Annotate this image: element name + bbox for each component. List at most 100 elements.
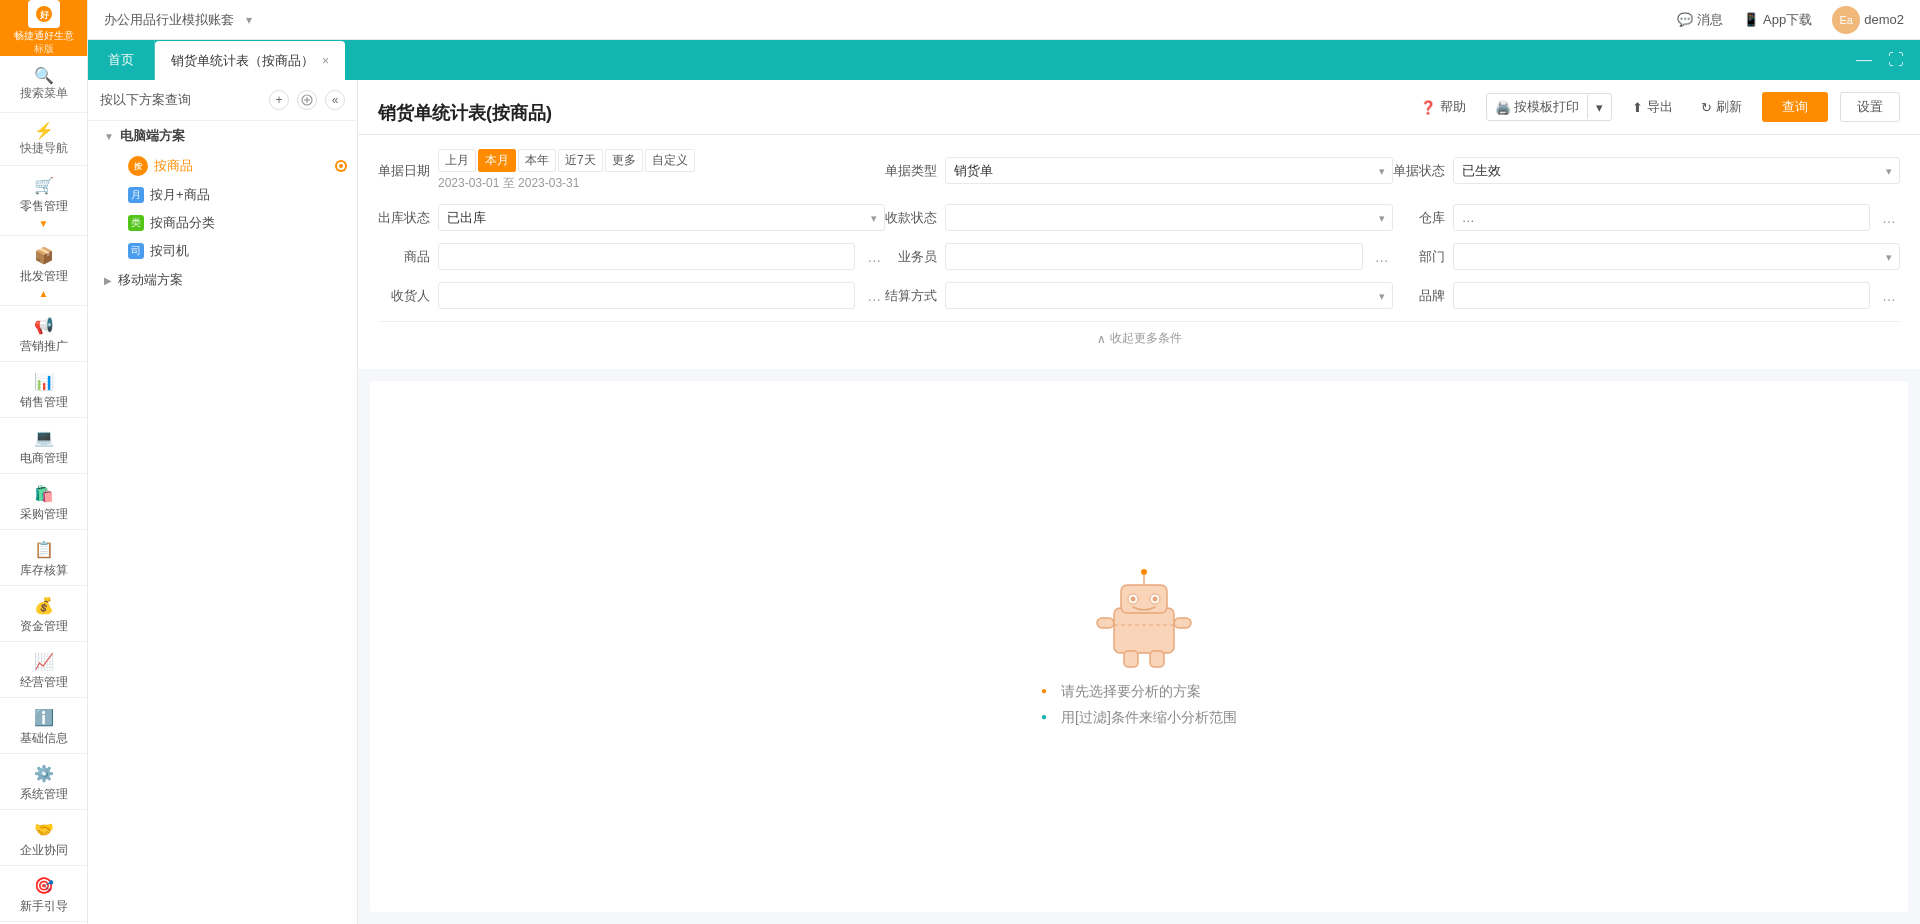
topbar-right: 💬 消息 📱 App下载 Ea demo2 xyxy=(1677,6,1904,34)
collapse-panel-btn[interactable]: « xyxy=(325,90,345,110)
warehouse-status-wrapper: 已出库 xyxy=(438,204,885,231)
tab-close-btn[interactable]: × xyxy=(322,54,329,68)
warehouse-status-select[interactable]: 已出库 xyxy=(438,204,885,231)
tree-section-desktop[interactable]: ▼ 电脑端方案 xyxy=(88,121,357,151)
date-btn-7days[interactable]: 近7天 xyxy=(558,149,603,172)
topbar: 办公用品行业模拟账套 ▾ 💬 消息 📱 App下载 Ea demo2 xyxy=(88,0,1920,40)
goods-dots[interactable]: … xyxy=(863,249,885,265)
tab-minimize-btn[interactable]: — xyxy=(1852,47,1876,73)
sidebar-item-newbie[interactable]: 🎯 新手引导 xyxy=(0,866,87,922)
tab-maximize-btn[interactable]: ⛶ xyxy=(1884,47,1908,73)
svg-rect-14 xyxy=(1174,618,1191,628)
refresh-btn[interactable]: ↻ 刷新 xyxy=(1693,94,1750,120)
ecommerce-icon: 💻 xyxy=(34,428,54,447)
sidebar-item-ecommerce[interactable]: 💻 电商管理 xyxy=(0,418,87,474)
sidebar-item-purchase[interactable]: 🛍️ 采购管理 xyxy=(0,474,87,530)
empty-tips: 请先选择要分析的方案 用[过滤]条件来缩小分析范围 xyxy=(1041,679,1237,729)
topbar-dropdown[interactable]: ▾ xyxy=(246,13,252,27)
page-actions: ❓ 帮助 🖨️ 按模板打印 ▾ ⬆ 导出 xyxy=(1412,92,1900,134)
date-filter: 上月 本月 本年 近7天 更多 自定义 2023-03-01 至 2023-03… xyxy=(438,149,885,192)
salesman-dots[interactable]: … xyxy=(1371,249,1393,265)
sidebar-item-collab[interactable]: 🤝 企业协同 xyxy=(0,810,87,866)
query-button[interactable]: 查询 xyxy=(1762,92,1828,122)
warehouse-input[interactable] xyxy=(1453,204,1870,231)
date-btn-more[interactable]: 更多 xyxy=(605,149,643,172)
content-area: 按以下方案查询 + « ▼ 电脑端方案 按 按商品 月 按月+商品 xyxy=(88,80,1920,924)
salesman-input[interactable] xyxy=(945,243,1362,270)
collab-icon: 🤝 xyxy=(34,820,54,839)
date-btn-thisyear[interactable]: 本年 xyxy=(518,149,556,172)
sidebar-item-wholesale[interactable]: 📦 批发管理 ▲ xyxy=(0,236,87,306)
message-btn[interactable]: 💬 消息 xyxy=(1677,11,1723,29)
export-btn[interactable]: ⬆ 导出 xyxy=(1624,94,1681,120)
tree-item-by-driver[interactable]: 司 按司机 xyxy=(88,237,357,265)
order-type-label: 单据类型 xyxy=(885,162,937,180)
help-btn[interactable]: ❓ 帮助 xyxy=(1412,94,1474,120)
empty-state: 请先选择要分析的方案 用[过滤]条件来缩小分析范围 xyxy=(370,381,1908,912)
sidebar-item-inventory[interactable]: 📋 库存核算 xyxy=(0,530,87,586)
settings-button[interactable]: 设置 xyxy=(1840,92,1900,122)
sidebar-item-sales[interactable]: 📊 销售管理 xyxy=(0,362,87,418)
date-btn-thismonth[interactable]: 本月 xyxy=(478,149,516,172)
topbar-title: 办公用品行业模拟账套 xyxy=(104,11,234,29)
export-icon: ⬆ xyxy=(1632,100,1643,115)
dept-select[interactable] xyxy=(1453,243,1900,270)
print-icon: 🖨️ xyxy=(1495,100,1511,115)
tree-item-by-category[interactable]: 类 按商品分类 xyxy=(88,209,357,237)
filter-cell-salesman: 业务员 … xyxy=(885,243,1392,270)
sidebar-search[interactable]: 🔍 搜索菜单 xyxy=(0,56,87,113)
payment-select[interactable] xyxy=(945,282,1392,309)
active-indicator xyxy=(337,162,345,170)
svg-text:好: 好 xyxy=(38,10,49,20)
order-type-select[interactable]: 销货单 xyxy=(945,157,1392,184)
order-type-select-wrapper: 销货单 xyxy=(945,157,1392,184)
management-icon: 📈 xyxy=(34,652,54,671)
filter-area: 单据日期 上月 本月 本年 近7天 更多 自定义 2023-03-01 至 20… xyxy=(358,135,1920,369)
collapse-bar[interactable]: ∧ 收起更多条件 xyxy=(378,321,1900,355)
payment-select-wrapper xyxy=(945,282,1392,309)
app-sub: 标版 xyxy=(34,42,54,56)
order-status-select[interactable]: 已生效 xyxy=(1453,157,1900,184)
app-download-btn[interactable]: 📱 App下载 xyxy=(1743,11,1812,29)
print-btn[interactable]: 🖨️ 按模板打印 xyxy=(1487,94,1587,120)
tab-active[interactable]: 销货单统计表（按商品） × xyxy=(155,41,345,81)
svg-rect-16 xyxy=(1150,651,1164,667)
warehouse-dots[interactable]: … xyxy=(1878,210,1900,226)
sidebar-item-retail[interactable]: 🛒 零售管理 ▼ xyxy=(0,166,87,236)
message-icon: 💬 xyxy=(1677,12,1693,27)
retail-icon: 🛒 xyxy=(34,176,54,195)
newbie-icon: 🎯 xyxy=(34,876,54,895)
receipt-status-select[interactable] xyxy=(945,204,1392,231)
brand-dots[interactable]: … xyxy=(1878,288,1900,304)
scheme-icon-category: 类 xyxy=(128,215,144,231)
sidebar-item-system[interactable]: ⚙️ 系统管理 xyxy=(0,754,87,810)
collapse-icon: ∧ xyxy=(1097,332,1106,346)
sidebar-item-management[interactable]: 📈 经营管理 xyxy=(0,642,87,698)
empty-illustration xyxy=(1089,563,1189,663)
scheme-icon-driver: 司 xyxy=(128,243,144,259)
goods-input[interactable] xyxy=(438,243,855,270)
tree-item-by-goods[interactable]: 按 按商品 xyxy=(88,151,357,181)
user-menu[interactable]: Ea demo2 xyxy=(1832,6,1904,34)
brand-input[interactable] xyxy=(1453,282,1870,309)
consignee-input[interactable] xyxy=(438,282,855,309)
sidebar-quick-nav[interactable]: ⚡ 快捷导航 xyxy=(0,113,87,166)
add-scheme-btn[interactable]: + xyxy=(269,90,289,110)
tab-home[interactable]: 首页 xyxy=(88,40,155,80)
edit-scheme-btn[interactable] xyxy=(297,90,317,110)
tree-item-by-month-goods[interactable]: 月 按月+商品 xyxy=(88,181,357,209)
help-icon: ❓ xyxy=(1420,100,1436,115)
empty-tip-1: 请先选择要分析的方案 xyxy=(1041,679,1237,704)
print-dropdown-btn[interactable]: ▾ xyxy=(1588,96,1611,119)
date-btn-lastmonth[interactable]: 上月 xyxy=(438,149,476,172)
sidebar-item-finance[interactable]: 💰 资金管理 xyxy=(0,586,87,642)
avatar: Ea xyxy=(1832,6,1860,34)
tabbar: 首页 销货单统计表（按商品） × — ⛶ xyxy=(88,40,1920,80)
sidebar-item-marketing[interactable]: 📢 营销推广 xyxy=(0,306,87,362)
consignee-dots[interactable]: … xyxy=(863,288,885,304)
sidebar-item-basic[interactable]: ℹ️ 基础信息 xyxy=(0,698,87,754)
collapse-label: 收起更多条件 xyxy=(1110,330,1182,347)
tree-section-mobile[interactable]: ▶ 移动端方案 xyxy=(88,265,357,295)
filter-cell-consignee: 收货人 … xyxy=(378,282,885,309)
date-btn-custom[interactable]: 自定义 xyxy=(645,149,695,172)
